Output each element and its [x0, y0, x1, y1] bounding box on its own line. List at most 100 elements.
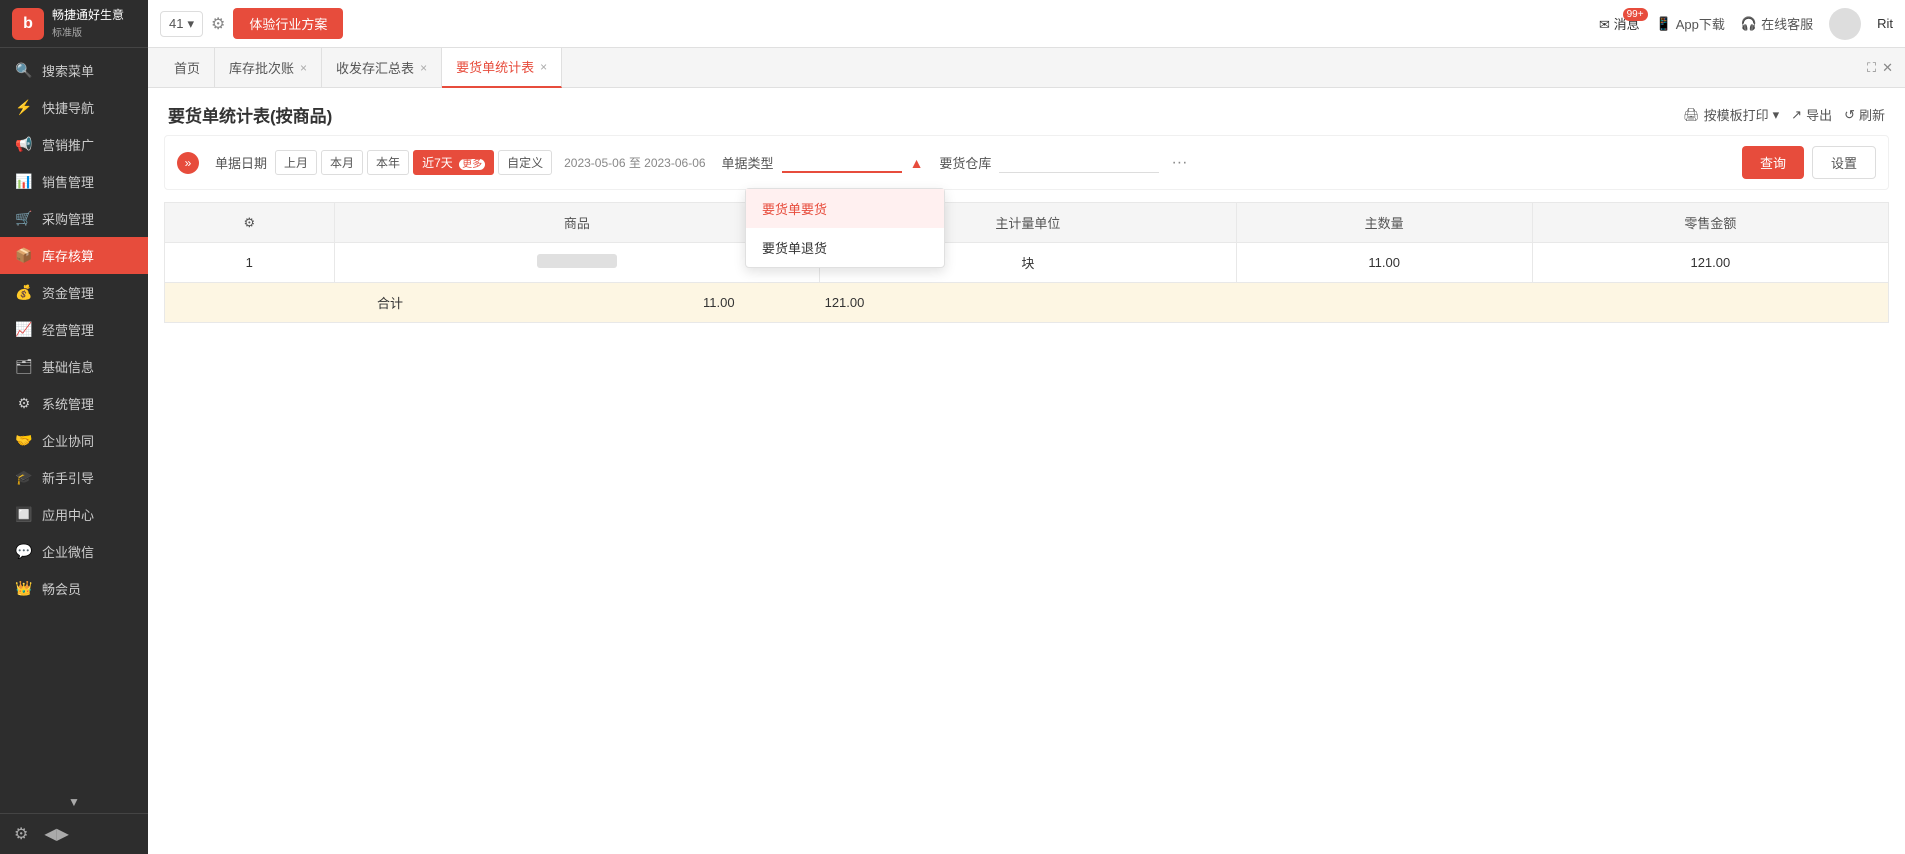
sidebar-item-appstore[interactable]: 🔲 应用中心 — [0, 496, 148, 533]
online-service-btn[interactable]: 🎧 在线客服 — [1741, 14, 1813, 33]
tab-home[interactable]: 首页 — [160, 48, 215, 88]
setting-btn[interactable]: 设置 — [1812, 146, 1876, 179]
basics-icon: 🗂 — [14, 358, 34, 375]
guide-icon: 🎓 — [14, 469, 34, 486]
topbar-left: 41 ▾ ⚙ 体验行业方案 — [160, 8, 1591, 39]
trial-btn[interactable]: 体验行业方案 — [233, 8, 343, 39]
message-icon: ✉ — [1599, 17, 1610, 32]
scroll-down-btn[interactable]: ▼ — [0, 791, 148, 813]
page-actions: 🖨 按模板打印 ▾ ↗ 导出 ↺ 刷新 — [1683, 105, 1885, 124]
row-amount: 121.00 — [1532, 243, 1888, 283]
sidebar-item-enterprise[interactable]: 🤝 企业协同 — [0, 422, 148, 459]
date-btn-custom[interactable]: 自定义 — [498, 150, 552, 175]
filter-area: » 单据日期 上月 本月 本年 近7天 更多 自定义 2023-05-06 至 … — [164, 135, 1889, 190]
sidebar-item-member[interactable]: 👑 畅会员 — [0, 570, 148, 607]
wechat-icon: 💬 — [14, 543, 34, 560]
date-btn-this-month[interactable]: 本月 — [321, 150, 363, 175]
sidebar-item-search[interactable]: 🔍 搜索菜单 — [0, 52, 148, 89]
purchase-icon: 🛒 — [14, 210, 34, 227]
dropdown-item-return[interactable]: 要货单退货 — [746, 228, 944, 267]
main-area: 41 ▾ ⚙ 体验行业方案 ✉ 消息 99+ 📱 App下载 🎧 在线客服 Ri… — [148, 0, 1905, 854]
date-range-display: 2023-05-06 至 2023-06-06 — [564, 154, 705, 171]
tab-close-receive-summary[interactable]: × — [420, 61, 427, 75]
tab-close-request-summary[interactable]: × — [540, 60, 547, 74]
app-download-btn[interactable]: 📱 App下载 — [1656, 14, 1725, 33]
sidebar-nav: 🔍 搜索菜单 ⚡ 快捷导航 📢 营销推广 📊 销售管理 🛒 采购管理 📦 库存核… — [0, 48, 148, 791]
type-dropdown: 要货单要货 要货单退货 — [745, 188, 945, 268]
sidebar-item-purchase[interactable]: 🛒 采购管理 — [0, 200, 148, 237]
date-label: 单据日期 — [215, 153, 267, 172]
refresh-icon: ↺ — [1844, 107, 1855, 123]
operations-icon: 📈 — [14, 321, 34, 338]
print-btn[interactable]: 🖨 按模板打印 ▾ — [1683, 105, 1779, 124]
column-gear[interactable]: ⚙ — [165, 203, 335, 243]
column-qty: 主数量 — [1236, 203, 1532, 243]
collapse-icon[interactable]: ◀▶ — [44, 824, 69, 844]
sidebar-item-system[interactable]: ⚙ 系统管理 — [0, 385, 148, 422]
tabs-bar: 首页 库存批次账 × 收发存汇总表 × 要货单统计表 × ⛶ ✕ — [148, 48, 1905, 88]
tab-receive-summary[interactable]: 收发存汇总表 × — [322, 48, 442, 88]
topbar-gear-icon[interactable]: ⚙ — [211, 14, 225, 34]
filter-expand-btn[interactable]: » — [177, 152, 199, 174]
refresh-btn[interactable]: ↺ 刷新 — [1844, 105, 1885, 124]
row-seq: 1 — [165, 243, 335, 283]
filter-buttons: 查询 设置 — [1742, 146, 1876, 179]
company-selector[interactable]: 41 ▾ — [160, 11, 203, 37]
tabs-controls: ⛶ ✕ — [1867, 60, 1893, 76]
sidebar-item-wechat[interactable]: 💬 企业微信 — [0, 533, 148, 570]
export-btn[interactable]: ↗ 导出 — [1791, 105, 1832, 124]
query-btn[interactable]: 查询 — [1742, 146, 1804, 179]
page-title: 要货单统计表(按商品) — [168, 102, 332, 127]
date-btn-this-year[interactable]: 本年 — [367, 150, 409, 175]
logo-area: b 畅捷通好生意 标准版 — [0, 0, 148, 48]
sidebar-item-quick-nav[interactable]: ⚡ 快捷导航 — [0, 89, 148, 126]
tab-fullscreen-icon[interactable]: ⛶ — [1867, 60, 1876, 76]
date-btn-last-month[interactable]: 上月 — [275, 150, 317, 175]
settings-icon[interactable]: ⚙ — [14, 824, 28, 844]
type-chevron-up-icon[interactable]: ▲ — [910, 155, 924, 171]
download-icon: 📱 — [1656, 16, 1672, 32]
table-row: 1 块 11.00 121.00 — [165, 243, 1889, 283]
footer-total-label: 合计 — [377, 293, 403, 312]
dropdown-item-request[interactable]: 要货单要货 — [746, 189, 944, 228]
topbar: 41 ▾ ⚙ 体验行业方案 ✉ 消息 99+ 📱 App下载 🎧 在线客服 Ri… — [148, 0, 1905, 48]
topbar-right: ✉ 消息 99+ 📱 App下载 🎧 在线客服 Rit — [1599, 8, 1893, 40]
system-icon: ⚙ — [14, 395, 34, 412]
sidebar-item-basics[interactable]: 🗂 基础信息 — [0, 348, 148, 385]
member-icon: 👑 — [14, 580, 34, 597]
tab-close-all-icon[interactable]: ✕ — [1882, 60, 1893, 76]
column-amount: 零售金额 — [1532, 203, 1888, 243]
inventory-icon: 📦 — [14, 247, 34, 264]
warehouse-label: 要货仓库 — [939, 153, 991, 172]
date-buttons: 上月 本月 本年 近7天 更多 自定义 — [275, 150, 552, 175]
sidebar-item-inventory[interactable]: 📦 库存核算 — [0, 237, 148, 274]
sidebar-item-sales[interactable]: 📊 销售管理 — [0, 163, 148, 200]
message-btn[interactable]: ✉ 消息 99+ — [1599, 14, 1640, 33]
marketing-icon: 📢 — [14, 136, 34, 153]
date-btn-7days[interactable]: 近7天 更多 — [413, 150, 494, 175]
more-options-icon[interactable]: ··· — [1171, 154, 1187, 172]
user-name: Rit — [1877, 16, 1893, 31]
sidebar-item-marketing[interactable]: 📢 营销推广 — [0, 126, 148, 163]
selector-chevron-icon: ▾ — [187, 16, 194, 32]
tab-close-inventory-batch[interactable]: × — [300, 61, 307, 75]
logo-text: 畅捷通好生意 标准版 — [52, 8, 124, 39]
date-filter-group: 单据日期 上月 本月 本年 近7天 更多 自定义 2023-05-06 至 20… — [215, 150, 706, 175]
table-header-row: ⚙ 商品 主计量单位 主数量 零售金额 — [165, 203, 1889, 243]
sidebar-item-guide[interactable]: 🎓 新手引导 — [0, 459, 148, 496]
warehouse-input[interactable] — [999, 153, 1159, 173]
tab-request-summary[interactable]: 要货单统计表 × — [442, 48, 562, 88]
footer-total-amount: 121.00 — [825, 295, 865, 310]
user-avatar[interactable] — [1829, 8, 1861, 40]
table-footer: 合计 11.00 121.00 — [164, 283, 1889, 323]
sidebar-item-finance[interactable]: 💰 资金管理 — [0, 274, 148, 311]
headset-icon: 🎧 — [1741, 16, 1757, 32]
sales-icon: 📊 — [14, 173, 34, 190]
type-input[interactable] — [782, 152, 902, 173]
appstore-icon: 🔲 — [14, 506, 34, 523]
sidebar-item-operations[interactable]: 📈 经营管理 — [0, 311, 148, 348]
search-icon: 🔍 — [14, 62, 34, 79]
tab-inventory-batch[interactable]: 库存批次账 × — [215, 48, 322, 88]
sidebar: b 畅捷通好生意 标准版 🔍 搜索菜单 ⚡ 快捷导航 📢 营销推广 📊 销售管理… — [0, 0, 148, 854]
enterprise-icon: 🤝 — [14, 432, 34, 449]
